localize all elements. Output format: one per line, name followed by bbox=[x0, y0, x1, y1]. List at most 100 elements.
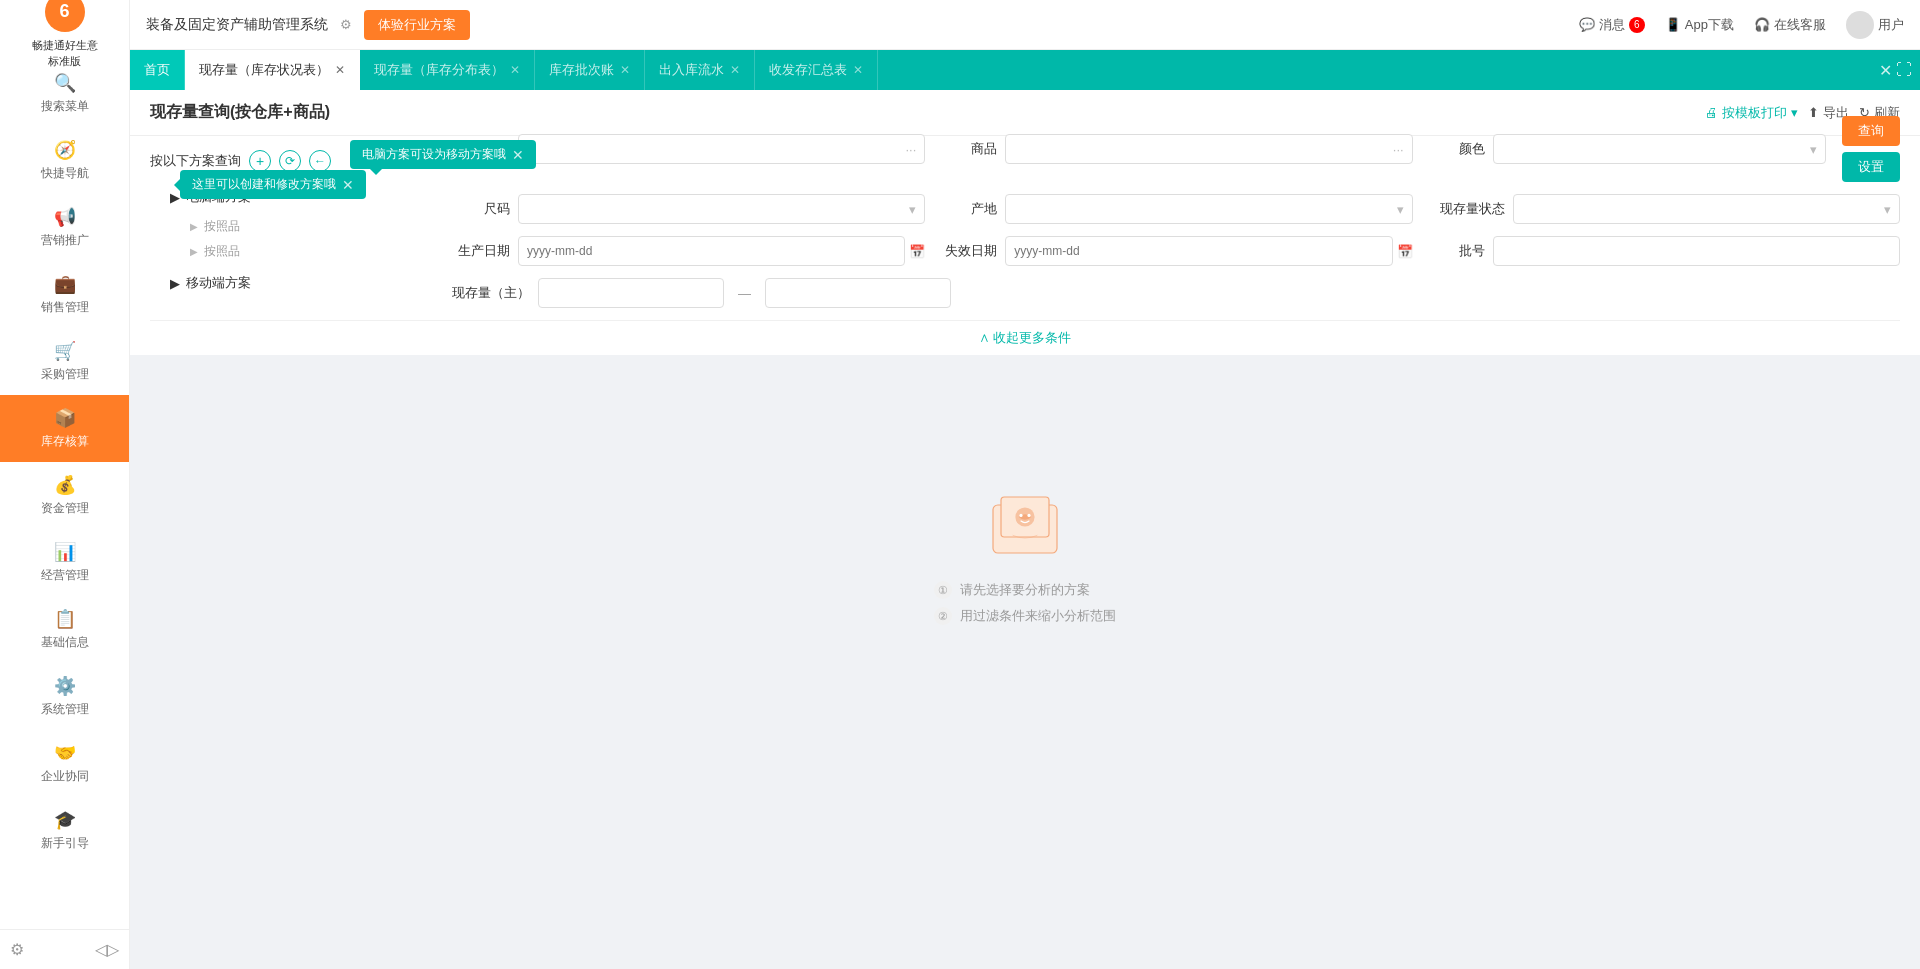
mobile-scheme-label: 移动端方案 bbox=[186, 274, 251, 292]
online-support-btn[interactable]: 🎧 在线客服 bbox=[1754, 16, 1826, 34]
svg-point-3 bbox=[1019, 514, 1022, 517]
sidebar-item-purchase[interactable]: 🛒采购管理 bbox=[0, 328, 129, 395]
logo: 6 畅捷通好生意 标准版 bbox=[0, 0, 129, 60]
sidebar-item-enterprise[interactable]: 🤝企业协同 bbox=[0, 730, 129, 797]
desktop-scheme-item[interactable]: ▶ 电脑端方案 bbox=[170, 184, 1900, 210]
tab-close-in_out_flow[interactable]: ✕ bbox=[730, 63, 740, 77]
sidebar-item-operation[interactable]: 📊经营管理 bbox=[0, 529, 129, 596]
sidebar: 6 畅捷通好生意 标准版 🔍搜索菜单🧭快捷导航📢营销推广💼销售管理🛒采购管理📦库… bbox=[0, 0, 130, 969]
collapse-icon: ∧ bbox=[979, 330, 990, 345]
sidebar-item-marketing[interactable]: 📢营销推广 bbox=[0, 194, 129, 261]
collapse-icon[interactable]: ◁▷ bbox=[95, 940, 119, 959]
tab-in_out_flow[interactable]: 出入库流水 ✕ bbox=[645, 50, 755, 90]
tab-batch_account[interactable]: 库存批次账 ✕ bbox=[535, 50, 645, 90]
sidebar-item-sales[interactable]: 💼销售管理 bbox=[0, 261, 129, 328]
content-area: ① 请先选择要分析的方案 ② 用过滤条件来缩小分析范围 bbox=[130, 355, 1920, 755]
empty-tips: ① 请先选择要分析的方案 ② 用过滤条件来缩小分析范围 bbox=[934, 577, 1116, 629]
industry-btn[interactable]: 体验行业方案 bbox=[364, 10, 470, 40]
avatar bbox=[1846, 11, 1874, 39]
tab-close-inventory_status[interactable]: ✕ bbox=[335, 63, 345, 77]
mobile-scheme-item[interactable]: ▶ 移动端方案 bbox=[170, 270, 1900, 296]
tab-label-in_out_flow: 出入库流水 bbox=[659, 61, 724, 79]
sub-item-2[interactable]: ▶ 按照品 bbox=[190, 239, 1900, 264]
filter-label: 按以下方案查询 bbox=[150, 152, 241, 170]
mobile-scheme-arrow-icon: ▶ bbox=[170, 276, 180, 291]
tab-close-inventory_dist[interactable]: ✕ bbox=[510, 63, 520, 77]
tooltip-create: 这里可以创建和修改方案哦 ✕ bbox=[180, 170, 366, 199]
marketing-icon: 📢 bbox=[54, 206, 76, 228]
message-btn[interactable]: 💬 消息 6 bbox=[1579, 16, 1645, 34]
enterprise-icon: 🤝 bbox=[54, 742, 76, 764]
finance-icon: 💰 bbox=[54, 474, 76, 496]
tab-label-inventory_status: 现存量（库存状况表） bbox=[199, 61, 329, 79]
filter-header: 按以下方案查询 + ⟳ ← 电脑方案可设为移动方案哦 ✕ bbox=[150, 150, 1900, 172]
message-label: 消息 bbox=[1599, 16, 1625, 34]
guide-icon: 🧭 bbox=[54, 139, 76, 161]
tooltip-scheme-close[interactable]: ✕ bbox=[512, 147, 524, 163]
headset-icon: 🎧 bbox=[1754, 17, 1770, 32]
tab-label-batch_account: 库存批次账 bbox=[549, 61, 614, 79]
empty-tip-2: ② 用过滤条件来缩小分析范围 bbox=[934, 603, 1116, 629]
tab-inventory_status[interactable]: 现存量（库存状况表） ✕ bbox=[185, 50, 360, 90]
empty-tip-1: ① 请先选择要分析的方案 bbox=[934, 577, 1116, 603]
sidebar-item-newuser[interactable]: 🎓新手引导 bbox=[0, 797, 129, 864]
svg-point-4 bbox=[1027, 514, 1030, 517]
tab-inventory_dist[interactable]: 现存量（库存分布表） ✕ bbox=[360, 50, 535, 90]
sidebar-item-inventory[interactable]: 📦库存核算 bbox=[0, 395, 129, 462]
edit-scheme-btn[interactable]: ⟳ bbox=[279, 150, 301, 172]
user-btn[interactable]: 用户 bbox=[1846, 11, 1904, 39]
logo-name: 畅捷通好生意 bbox=[32, 38, 98, 52]
tab-home[interactable]: 首页 bbox=[130, 50, 185, 90]
sub-item-1[interactable]: ▶ 按照品 bbox=[190, 214, 1900, 239]
app-download-btn[interactable]: 📱 App下载 bbox=[1665, 16, 1734, 34]
tab-label-inventory_dist: 现存量（库存分布表） bbox=[374, 61, 504, 79]
tab-bar: 首页现存量（库存状况表）✕现存量（库存分布表）✕库存批次账✕出入库流水✕收发存汇… bbox=[130, 50, 1920, 90]
basic-icon: 📋 bbox=[54, 608, 76, 630]
sidebar-bottom: ⚙ ◁▷ bbox=[0, 929, 129, 969]
tab-fullscreen-btn[interactable]: ⛶ bbox=[1896, 61, 1912, 79]
operation-icon: 📊 bbox=[54, 541, 76, 563]
main-content: 现存量查询(按仓库+商品) 🖨 按模板打印 ▾ ⬆ 导出 ↻ 刷新 按以下方案查… bbox=[130, 90, 1920, 969]
page-title: 现存量查询(按仓库+商品) bbox=[150, 102, 330, 123]
tab-collection_summary[interactable]: 收发存汇总表 ✕ bbox=[755, 50, 878, 90]
add-scheme-btn[interactable]: + bbox=[249, 150, 271, 172]
header-left: 装备及固定资产辅助管理系统 ⚙ 体验行业方案 bbox=[146, 10, 470, 40]
back-scheme-btn[interactable]: ← bbox=[309, 150, 331, 172]
tab-close-btn[interactable]: ✕ bbox=[1879, 61, 1892, 80]
purchase-icon: 🛒 bbox=[54, 340, 76, 362]
sidebar-item-system[interactable]: ⚙️系统管理 bbox=[0, 663, 129, 730]
inventory-icon: 📦 bbox=[54, 407, 76, 429]
search-btn[interactable]: 查询 bbox=[1842, 116, 1900, 146]
tab-end-actions: ✕ ⛶ bbox=[1871, 61, 1920, 80]
logo-icon: 6 bbox=[45, 0, 85, 32]
scheme-arrow-icon: ▶ bbox=[170, 190, 180, 205]
tab-label-home: 首页 bbox=[144, 61, 170, 79]
tab-label-collection_summary: 收发存汇总表 bbox=[769, 61, 847, 79]
empty-state: ① 请先选择要分析的方案 ② 用过滤条件来缩小分析范围 bbox=[934, 481, 1116, 629]
phone-icon: 📱 bbox=[1665, 17, 1681, 32]
sidebar-item-finance[interactable]: 💰资金管理 bbox=[0, 462, 129, 529]
settings-icon[interactable]: ⚙ bbox=[10, 940, 24, 959]
system-settings-icon[interactable]: ⚙ bbox=[340, 17, 352, 32]
desktop-sub-items: ▶ 按照品 ▶ 按照品 bbox=[170, 214, 1900, 264]
filter-area: 按以下方案查询 + ⟳ ← 电脑方案可设为移动方案哦 ✕ ▶ 电脑端方案 这里 bbox=[130, 136, 1920, 355]
message-icon: 💬 bbox=[1579, 17, 1595, 32]
sales-icon: 💼 bbox=[54, 273, 76, 295]
header: 装备及固定资产辅助管理系统 ⚙ 体验行业方案 💬 消息 6 📱 App下载 🎧 … bbox=[130, 0, 1920, 50]
search-icon: 🔍 bbox=[54, 72, 76, 94]
system-name: 装备及固定资产辅助管理系统 bbox=[146, 16, 328, 34]
system-icon: ⚙️ bbox=[54, 675, 76, 697]
sidebar-item-search[interactable]: 🔍搜索菜单 bbox=[0, 60, 129, 127]
tab-close-collection_summary[interactable]: ✕ bbox=[853, 63, 863, 77]
header-right: 💬 消息 6 📱 App下载 🎧 在线客服 用户 bbox=[1579, 11, 1904, 39]
sidebar-item-guide[interactable]: 🧭快捷导航 bbox=[0, 127, 129, 194]
tooltip-scheme: 电脑方案可设为移动方案哦 ✕ bbox=[350, 140, 536, 169]
tooltip-create-close[interactable]: ✕ bbox=[342, 177, 354, 193]
newuser-icon: 🎓 bbox=[54, 809, 76, 831]
sidebar-nav: 🔍搜索菜单🧭快捷导航📢营销推广💼销售管理🛒采购管理📦库存核算💰资金管理📊经营管理… bbox=[0, 60, 129, 929]
empty-illustration bbox=[975, 481, 1075, 561]
collapse-bar[interactable]: ∧ 收起更多条件 bbox=[150, 320, 1900, 355]
tab-close-batch_account[interactable]: ✕ bbox=[620, 63, 630, 77]
scheme-list: ▶ 电脑端方案 这里可以创建和修改方案哦 ✕ ▶ 按照品 ▶ 按照 bbox=[150, 184, 1900, 296]
sidebar-item-basic[interactable]: 📋基础信息 bbox=[0, 596, 129, 663]
